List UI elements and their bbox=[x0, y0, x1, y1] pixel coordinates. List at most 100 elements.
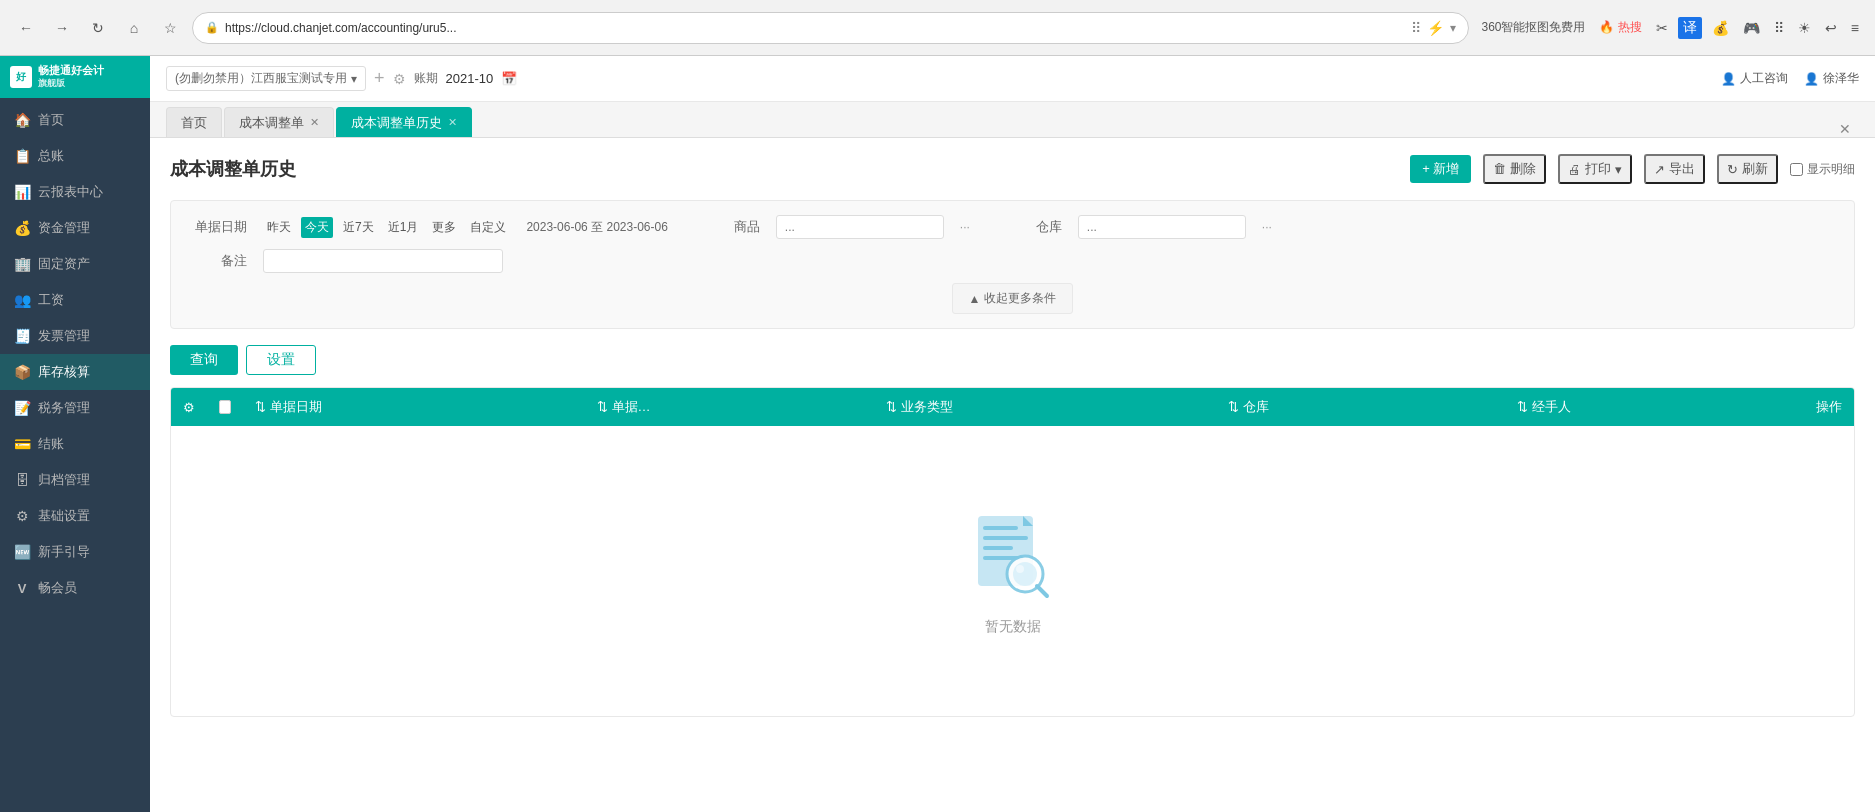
sidebar-item-label: 税务管理 bbox=[38, 399, 90, 417]
company-name: (勿删勿禁用）江西服宝测试专用 bbox=[175, 70, 347, 87]
tab-adjust-history-close[interactable]: ✕ bbox=[448, 116, 457, 129]
th-check[interactable] bbox=[207, 400, 243, 414]
sidebar-item-guide[interactable]: 🆕 新手引导 bbox=[0, 534, 150, 570]
print-icon: 🖨 bbox=[1568, 162, 1581, 177]
page-actions: + 新增 🗑 删除 🖨 打印 ▾ ↗ 导出 ↻ 刷新 bbox=[1410, 154, 1855, 184]
tab-adjust-label: 成本调整单 bbox=[239, 114, 304, 132]
one-month-btn[interactable]: 近1月 bbox=[384, 217, 423, 238]
warehouse-input[interactable] bbox=[1078, 215, 1246, 239]
add-company-btn[interactable]: + bbox=[374, 68, 385, 89]
th-no[interactable]: ⇅ 单据… bbox=[585, 398, 874, 416]
sidebar-item-payroll[interactable]: 👥 工资 bbox=[0, 282, 150, 318]
inventory-icon: 📦 bbox=[14, 364, 30, 380]
date-label: 单据日期 bbox=[191, 218, 247, 236]
sun-icon[interactable]: ☀ bbox=[1794, 18, 1815, 38]
wallet-icon[interactable]: 💰 bbox=[1708, 18, 1733, 38]
company-dropdown-icon: ▾ bbox=[351, 72, 357, 86]
company-selector[interactable]: (勿删勿禁用）江西服宝测试专用 ▾ bbox=[166, 66, 366, 91]
sidebar-item-settings[interactable]: ⚙ 基础设置 bbox=[0, 498, 150, 534]
dropdown-icon[interactable]: ▾ bbox=[1450, 21, 1456, 35]
address-bar[interactable]: 🔒 https://cloud.chanjet.com/accounting/u… bbox=[192, 12, 1469, 44]
tab-home[interactable]: 首页 bbox=[166, 107, 222, 137]
goods-more[interactable]: ··· bbox=[960, 220, 970, 234]
custom-btn[interactable]: 自定义 bbox=[466, 217, 510, 238]
goods-label: 商品 bbox=[704, 218, 760, 236]
grid-icon[interactable]: ⠿ bbox=[1770, 18, 1788, 38]
settings-icon: ⚙ bbox=[14, 508, 30, 524]
tax-icon: 📝 bbox=[14, 400, 30, 416]
undo-icon[interactable]: ↩ bbox=[1821, 18, 1841, 38]
sidebar-item-funds[interactable]: 💰 资金管理 bbox=[0, 210, 150, 246]
sidebar-item-tax[interactable]: 📝 税务管理 bbox=[0, 390, 150, 426]
warehouse-more[interactable]: ··· bbox=[1262, 220, 1272, 234]
sidebar-item-assets[interactable]: 🏢 固定资产 bbox=[0, 246, 150, 282]
seven-days-btn[interactable]: 近7天 bbox=[339, 217, 378, 238]
yesterday-btn[interactable]: 昨天 bbox=[263, 217, 295, 238]
sidebar-item-inventory[interactable]: 📦 库存核算 bbox=[0, 354, 150, 390]
delete-button[interactable]: 🗑 删除 bbox=[1483, 154, 1546, 184]
close-all-btn[interactable]: ✕ bbox=[1831, 121, 1859, 137]
translate-icon[interactable]: 译 bbox=[1678, 17, 1702, 39]
goods-input[interactable] bbox=[776, 215, 944, 239]
export-button[interactable]: ↗ 导出 bbox=[1644, 154, 1705, 184]
calendar-icon[interactable]: 📅 bbox=[501, 71, 517, 86]
sidebar-item-vip[interactable]: V 畅会员 bbox=[0, 570, 150, 606]
more-btn[interactable]: 更多 bbox=[428, 217, 460, 238]
th-ops: 操作 bbox=[1794, 398, 1854, 416]
menu-icon[interactable]: ≡ bbox=[1847, 18, 1863, 38]
th-warehouse[interactable]: ⇅ 仓库 bbox=[1216, 398, 1505, 416]
sidebar-item-label: 归档管理 bbox=[38, 471, 90, 489]
user-link[interactable]: 👤 徐泽华 bbox=[1804, 70, 1859, 87]
sidebar-item-settle[interactable]: 💳 结账 bbox=[0, 426, 150, 462]
forward-button[interactable]: → bbox=[48, 14, 76, 42]
game-icon[interactable]: 🎮 bbox=[1739, 18, 1764, 38]
settings-btn[interactable]: ⚙ bbox=[393, 71, 406, 87]
new-button[interactable]: + 新增 bbox=[1410, 155, 1471, 183]
th-date[interactable]: ⇅ 单据日期 bbox=[243, 398, 585, 416]
tab-adjust-history[interactable]: 成本调整单历史 ✕ bbox=[336, 107, 472, 137]
refresh-button[interactable]: ↻ 刷新 bbox=[1717, 154, 1778, 184]
sidebar-item-ledger[interactable]: 📋 总账 bbox=[0, 138, 150, 174]
scissors-icon[interactable]: ✂ bbox=[1652, 18, 1672, 38]
svg-rect-2 bbox=[983, 536, 1028, 540]
display-detail-checkbox[interactable] bbox=[1790, 163, 1803, 176]
th-gear[interactable]: ⚙ bbox=[171, 400, 207, 415]
select-all-checkbox[interactable] bbox=[219, 400, 231, 414]
sidebar-item-reports[interactable]: 📊 云报表中心 bbox=[0, 174, 150, 210]
sidebar-item-label: 首页 bbox=[38, 111, 64, 129]
sidebar: 好 畅捷通好会计 旗舰版 🏠 首页 📋 总账 📊 云报表中心 💰 资金管理 bbox=[0, 56, 150, 812]
browser-chrome: ← → ↻ ⌂ ☆ 🔒 https://cloud.chanjet.com/ac… bbox=[0, 0, 1875, 56]
logo-text-group: 畅捷通好会计 旗舰版 bbox=[38, 64, 104, 90]
query-button[interactable]: 查询 bbox=[170, 345, 238, 375]
period-value: 2021-10 bbox=[446, 71, 494, 86]
svg-rect-3 bbox=[983, 546, 1013, 550]
th-date-label: ⇅ 单据日期 bbox=[255, 398, 322, 416]
support-link[interactable]: 👤 人工咨询 bbox=[1721, 70, 1788, 87]
th-type[interactable]: ⇅ 业务类型 bbox=[874, 398, 1216, 416]
table-header: ⚙ ⇅ 单据日期 ⇅ 单据… ⇅ 业务类型 ⇅ 仓库 bbox=[171, 388, 1854, 426]
print-button[interactable]: 🖨 打印 ▾ bbox=[1558, 154, 1632, 184]
home-icon: 🏠 bbox=[14, 112, 30, 128]
back-button[interactable]: ← bbox=[12, 14, 40, 42]
bolt-icon: ⚡ bbox=[1427, 20, 1444, 36]
sidebar-item-label: 库存核算 bbox=[38, 363, 90, 381]
empty-icon bbox=[963, 506, 1063, 606]
sidebar-item-invoice[interactable]: 🧾 发票管理 bbox=[0, 318, 150, 354]
filter-date-group: 昨天 今天 近7天 近1月 更多 自定义 bbox=[263, 217, 510, 238]
home-button[interactable]: ⌂ bbox=[120, 14, 148, 42]
th-person[interactable]: ⇅ 经手人 bbox=[1505, 398, 1794, 416]
sidebar-item-home[interactable]: 🏠 首页 bbox=[0, 102, 150, 138]
today-btn[interactable]: 今天 bbox=[301, 217, 333, 238]
sidebar-item-archive[interactable]: 🗄 归档管理 bbox=[0, 462, 150, 498]
sidebar-item-label: 工资 bbox=[38, 291, 64, 309]
filter-row-note: 备注 bbox=[191, 249, 1834, 273]
tab-adjust[interactable]: 成本调整单 ✕ bbox=[224, 107, 334, 137]
print-label: 打印 bbox=[1585, 160, 1611, 178]
setting-button[interactable]: 设置 bbox=[246, 345, 316, 375]
top-bar: (勿删勿禁用）江西服宝测试专用 ▾ + ⚙ 账期 2021-10 📅 👤 人工咨… bbox=[150, 56, 1875, 102]
collapse-btn[interactable]: ▲ 收起更多条件 bbox=[952, 283, 1074, 314]
star-button[interactable]: ☆ bbox=[156, 14, 184, 42]
tab-adjust-close[interactable]: ✕ bbox=[310, 116, 319, 129]
refresh-button[interactable]: ↻ bbox=[84, 14, 112, 42]
note-input[interactable] bbox=[263, 249, 503, 273]
